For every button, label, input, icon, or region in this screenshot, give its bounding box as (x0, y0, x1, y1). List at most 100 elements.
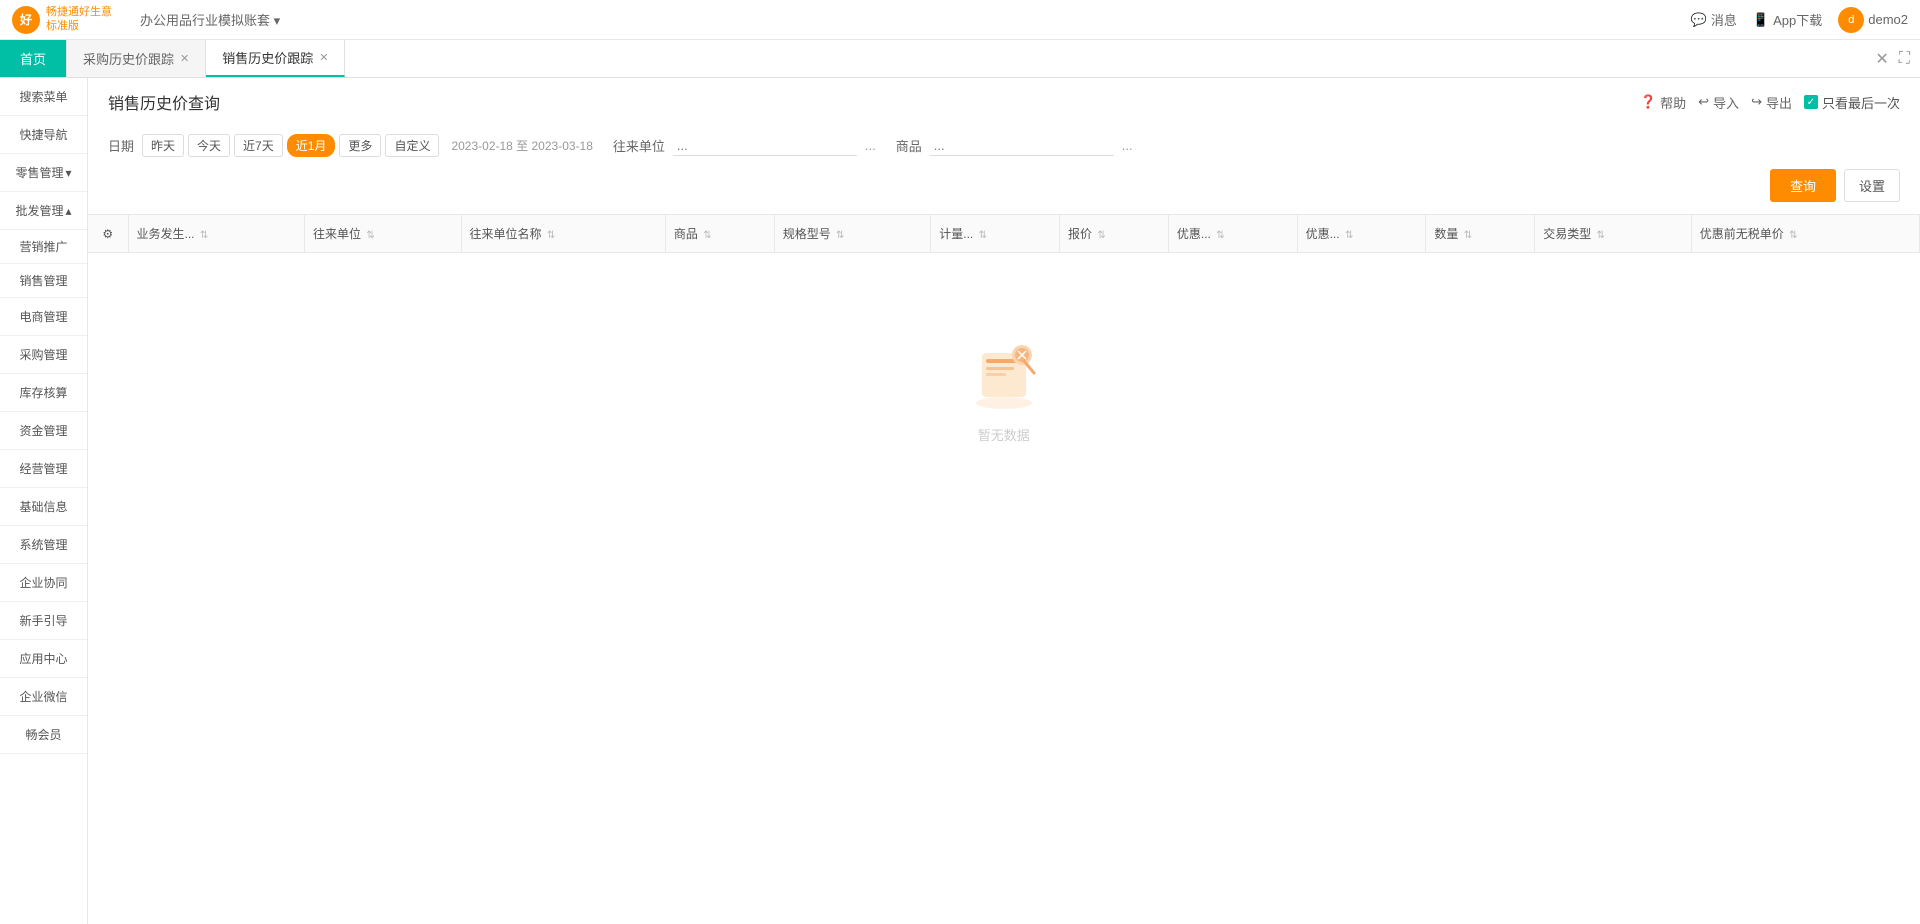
message-icon: 💬 (1691, 12, 1707, 28)
col-qty[interactable]: 数量 ⇅ (1426, 215, 1535, 253)
action-buttons: 查询 设置 (1770, 169, 1900, 202)
sidebar-item-system[interactable]: 系统管理 (0, 526, 87, 564)
goods-dots[interactable]: ... (1122, 138, 1133, 153)
tab-purchase-close[interactable]: ✕ (180, 52, 189, 65)
help-button[interactable]: ❓ 帮助 (1640, 93, 1686, 112)
empty-text: 暂无数据 (978, 425, 1030, 444)
goods-filter-group: 商品 ... (896, 136, 1133, 156)
col-quote[interactable]: 报价 ⇅ (1060, 215, 1169, 253)
sort-partner-code-icon: ⇅ (366, 230, 374, 241)
help-icon: ❓ (1640, 94, 1656, 110)
partner-input[interactable] (673, 136, 857, 156)
empty-state-row: 暂无数据 (88, 253, 1920, 525)
settings-button[interactable]: 设置 (1844, 169, 1900, 202)
sidebar-item-app-center[interactable]: 应用中心 (0, 640, 87, 678)
empty-illustration (964, 333, 1044, 413)
logo-area: 好 畅捷通好生意 标准版 (12, 6, 112, 34)
col-partner-code[interactable]: 往来单位 ⇅ (304, 215, 461, 253)
close-all-tabs-button[interactable]: ✕ (1875, 49, 1888, 69)
sidebar-item-wholesale-mgmt[interactable]: 批发管理 ▴ (0, 192, 87, 230)
sort-pre-tax-icon: ⇅ (1789, 230, 1797, 241)
sort-quote-icon: ⇅ (1097, 230, 1105, 241)
sidebar-item-sales-mgmt[interactable]: 销售管理 (0, 264, 87, 298)
col-discount2[interactable]: 优惠... ⇅ (1297, 215, 1426, 253)
page-title-row: 销售历史价查询 ❓ 帮助 ↩ 导入 ↪ 导出 ✓ (108, 90, 1900, 114)
content-area: 销售历史价查询 ❓ 帮助 ↩ 导入 ↪ 导出 ✓ (88, 78, 1920, 924)
sidebar-item-search-menu[interactable]: 搜索菜单 (0, 78, 87, 116)
sidebar-item-basics[interactable]: 基础信息 (0, 488, 87, 526)
col-biz-date[interactable]: 业务发生... ⇅ (128, 215, 304, 253)
import-button[interactable]: ↩ 导入 (1698, 93, 1739, 112)
date-btn-custom[interactable]: 自定义 (385, 134, 439, 157)
logo-text: 畅捷通好生意 标准版 (46, 6, 112, 32)
date-label: 日期 (108, 136, 134, 155)
col-spec[interactable]: 规格型号 ⇅ (774, 215, 931, 253)
sidebar-item-operations[interactable]: 经营管理 (0, 450, 87, 488)
date-buttons: 昨天 今天 近7天 近1月 更多 自定义 (142, 134, 439, 157)
sidebar-item-quick-nav[interactable]: 快捷导航 (0, 116, 87, 154)
sort-discount2-icon: ⇅ (1345, 230, 1353, 241)
table-body: 暂无数据 (88, 253, 1920, 525)
date-btn-last7days[interactable]: 近7天 (234, 134, 283, 157)
app-download-button[interactable]: 📱 App下载 (1753, 10, 1822, 29)
query-button[interactable]: 查询 (1770, 169, 1836, 202)
col-pre-tax[interactable]: 优惠前无税单价 ⇅ (1691, 215, 1919, 253)
sort-goods-icon: ⇅ (703, 230, 711, 241)
dropdown-arrow-icon: ▾ (274, 13, 281, 28)
sidebar-item-inventory[interactable]: 库存核算 (0, 374, 87, 412)
sort-qty-icon: ⇅ (1464, 230, 1472, 241)
col-goods[interactable]: 商品 ⇅ (665, 215, 774, 253)
only-last-checkbox[interactable]: ✓ 只看最后一次 (1804, 93, 1900, 112)
sidebar-item-finance[interactable]: 资金管理 (0, 412, 87, 450)
tab-sales[interactable]: 销售历史价跟踪 ✕ (206, 40, 345, 77)
table-header-row: ⚙ 业务发生... ⇅ 往来单位 ⇅ 往来单位名称 ⇅ (88, 215, 1920, 253)
retail-mgmt-arrow-icon: ▾ (65, 166, 71, 180)
tab-sales-close[interactable]: ✕ (319, 51, 328, 64)
sort-spec-icon: ⇅ (836, 230, 844, 241)
sidebar-item-purchase-mgmt[interactable]: 采购管理 (0, 336, 87, 374)
dropdown-title[interactable]: 办公用品行业模拟账套 ▾ (140, 10, 280, 29)
sidebar-item-enterprise[interactable]: 企业协同 (0, 564, 87, 602)
export-button[interactable]: ↪ 导出 (1751, 93, 1792, 112)
date-filter-group: 日期 昨天 今天 近7天 近1月 更多 自定义 2023-02-18 至 202… (108, 134, 593, 157)
wholesale-mgmt-arrow-icon: ▴ (65, 204, 71, 218)
maximize-button[interactable]: ⛶ (1899, 50, 1910, 68)
col-unit[interactable]: 计量... ⇅ (931, 215, 1060, 253)
date-btn-more[interactable]: 更多 (339, 134, 381, 157)
table-container: ⚙ 业务发生... ⇅ 往来单位 ⇅ 往来单位名称 ⇅ (88, 215, 1920, 924)
page-actions: ❓ 帮助 ↩ 导入 ↪ 导出 ✓ 只看最后一次 (1640, 93, 1900, 112)
col-trade-type[interactable]: 交易类型 ⇅ (1535, 215, 1692, 253)
page-title: 销售历史价查询 (108, 90, 220, 114)
data-table: ⚙ 业务发生... ⇅ 往来单位 ⇅ 往来单位名称 ⇅ (88, 215, 1920, 524)
message-button[interactable]: 💬 消息 (1691, 10, 1737, 29)
sidebar-item-member[interactable]: 畅会员 (0, 716, 87, 754)
date-btn-yesterday[interactable]: 昨天 (142, 134, 184, 157)
col-settings[interactable]: ⚙ (88, 215, 128, 253)
sidebar-item-retail-mgmt[interactable]: 零售管理 ▾ (0, 154, 87, 192)
sidebar-item-marketing[interactable]: 营销推广 (0, 230, 87, 264)
goods-input[interactable] (930, 136, 1114, 156)
col-discount1[interactable]: 优惠... ⇅ (1168, 215, 1297, 253)
tab-purchase[interactable]: 采购历史价跟踪 ✕ (67, 40, 206, 77)
main-layout: 搜索菜单 快捷导航 零售管理 ▾ 批发管理 ▴ 营销推广 销售管理 电商管理 采… (0, 78, 1920, 924)
sidebar-item-guide[interactable]: 新手引导 (0, 602, 87, 640)
partner-dots[interactable]: ... (865, 138, 876, 153)
tab-home[interactable]: 首页 (0, 40, 67, 77)
sort-partner-name-icon: ⇅ (547, 230, 555, 241)
partner-filter-group: 往来单位 ... (613, 136, 876, 156)
empty-state: 暂无数据 (88, 253, 1920, 524)
date-btn-last1month[interactable]: 近1月 (287, 134, 336, 157)
date-btn-today[interactable]: 今天 (188, 134, 230, 157)
user-menu[interactable]: d demo2 (1838, 7, 1908, 33)
filter-row-1: 日期 昨天 今天 近7天 近1月 更多 自定义 2023-02-18 至 202… (108, 126, 1900, 169)
sidebar-item-ecommerce[interactable]: 电商管理 (0, 298, 87, 336)
sort-trade-type-icon: ⇅ (1597, 230, 1605, 241)
tab-bar-actions: ✕ ⛶ (1865, 40, 1920, 77)
top-bar-left: 好 畅捷通好生意 标准版 办公用品行业模拟账套 ▾ (12, 6, 280, 34)
avatar: d (1838, 7, 1864, 33)
goods-label: 商品 (896, 136, 922, 155)
sidebar-item-wechat[interactable]: 企业微信 (0, 678, 87, 716)
sort-unit-icon: ⇅ (979, 230, 987, 241)
logo-icon: 好 (12, 6, 40, 34)
col-partner-name[interactable]: 往来单位名称 ⇅ (461, 215, 665, 253)
